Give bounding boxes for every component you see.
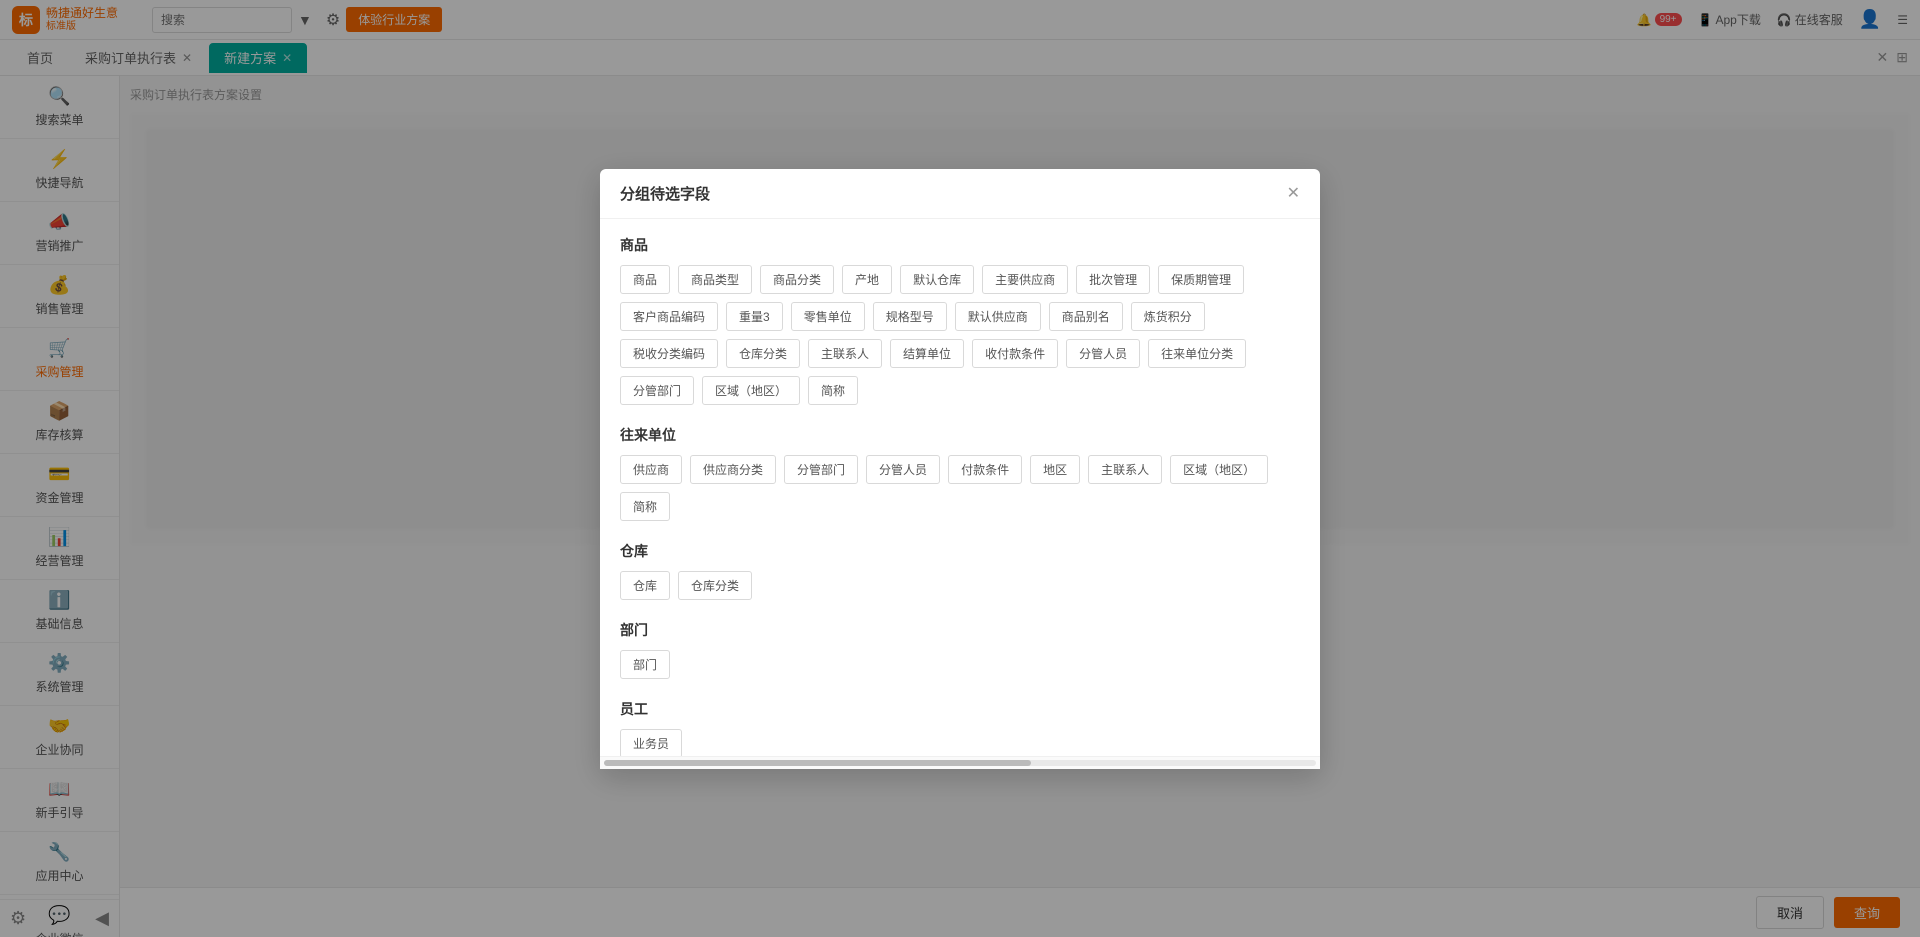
hscroll-track bbox=[604, 760, 1316, 766]
field-chip-0-10[interactable]: 零售单位 bbox=[791, 302, 865, 331]
field-chip-0-6[interactable]: 批次管理 bbox=[1076, 265, 1150, 294]
modal-body[interactable]: 商品商品商品类型商品分类产地默认仓库主要供应商批次管理保质期管理客户商品编码重量… bbox=[600, 219, 1320, 757]
field-chip-1-8[interactable]: 简称 bbox=[620, 492, 670, 521]
field-chip-0-21[interactable]: 往来单位分类 bbox=[1148, 339, 1246, 368]
field-chip-0-8[interactable]: 客户商品编码 bbox=[620, 302, 718, 331]
field-chip-1-7[interactable]: 区域（地区） bbox=[1170, 455, 1268, 484]
field-chip-2-1[interactable]: 仓库分类 bbox=[678, 571, 752, 600]
modal-overlay: 分组待选字段 ✕ 商品商品商品类型商品分类产地默认仓库主要供应商批次管理保质期管… bbox=[0, 0, 1920, 937]
field-section-4: 员工业务员 bbox=[620, 699, 1300, 757]
field-chip-0-11[interactable]: 规格型号 bbox=[873, 302, 947, 331]
field-chip-1-3[interactable]: 分管人员 bbox=[866, 455, 940, 484]
field-chips-1: 供应商供应商分类分管部门分管人员付款条件地区主联系人区域（地区） 简称 bbox=[620, 455, 1300, 521]
field-chips-0: 商品商品类型商品分类产地默认仓库主要供应商批次管理保质期管理客户商品编码重量3 零… bbox=[620, 265, 1300, 405]
field-chip-0-17[interactable]: 主联系人 bbox=[808, 339, 882, 368]
field-chip-1-6[interactable]: 主联系人 bbox=[1088, 455, 1162, 484]
field-chip-0-1[interactable]: 商品类型 bbox=[678, 265, 752, 294]
field-chips-2: 仓库仓库分类 bbox=[620, 571, 1300, 600]
modal-hscroll[interactable] bbox=[600, 756, 1320, 768]
field-chip-0-16[interactable]: 仓库分类 bbox=[726, 339, 800, 368]
field-section-title-2: 仓库 bbox=[620, 541, 1300, 561]
modal-close-icon[interactable]: ✕ bbox=[1287, 183, 1300, 203]
field-chip-0-5[interactable]: 主要供应商 bbox=[982, 265, 1068, 294]
field-chip-3-0[interactable]: 部门 bbox=[620, 650, 670, 679]
hscroll-thumb bbox=[604, 760, 1031, 766]
field-chip-1-2[interactable]: 分管部门 bbox=[784, 455, 858, 484]
modal: 分组待选字段 ✕ 商品商品商品类型商品分类产地默认仓库主要供应商批次管理保质期管… bbox=[600, 169, 1320, 769]
field-chip-0-4[interactable]: 默认仓库 bbox=[900, 265, 974, 294]
modal-title: 分组待选字段 bbox=[620, 183, 710, 204]
field-chip-0-2[interactable]: 商品分类 bbox=[760, 265, 834, 294]
field-chips-4: 业务员 bbox=[620, 729, 1300, 757]
field-chip-4-0[interactable]: 业务员 bbox=[620, 729, 682, 757]
field-section-title-1: 往来单位 bbox=[620, 425, 1300, 445]
field-chip-0-24[interactable]: 简称 bbox=[808, 376, 858, 405]
field-chip-0-18[interactable]: 结算单位 bbox=[890, 339, 964, 368]
field-chip-0-7[interactable]: 保质期管理 bbox=[1158, 265, 1244, 294]
field-chip-0-13[interactable]: 商品别名 bbox=[1049, 302, 1123, 331]
field-chip-0-3[interactable]: 产地 bbox=[842, 265, 892, 294]
field-chip-0-19[interactable]: 收付款条件 bbox=[972, 339, 1058, 368]
field-chip-1-5[interactable]: 地区 bbox=[1030, 455, 1080, 484]
field-section-0: 商品商品商品类型商品分类产地默认仓库主要供应商批次管理保质期管理客户商品编码重量… bbox=[620, 235, 1300, 405]
field-section-title-3: 部门 bbox=[620, 620, 1300, 640]
field-chip-0-14[interactable]: 炼货积分 bbox=[1131, 302, 1205, 331]
field-chip-0-9[interactable]: 重量3 bbox=[726, 302, 783, 331]
field-chip-0-15[interactable]: 税收分类编码 bbox=[620, 339, 718, 368]
field-chip-0-12[interactable]: 默认供应商 bbox=[955, 302, 1041, 331]
field-chips-3: 部门 bbox=[620, 650, 1300, 679]
field-chip-0-0[interactable]: 商品 bbox=[620, 265, 670, 294]
field-chip-1-1[interactable]: 供应商分类 bbox=[690, 455, 776, 484]
field-chip-0-22[interactable]: 分管部门 bbox=[620, 376, 694, 405]
field-section-1: 往来单位供应商供应商分类分管部门分管人员付款条件地区主联系人区域（地区） 简称 bbox=[620, 425, 1300, 521]
field-section-2: 仓库仓库仓库分类 bbox=[620, 541, 1300, 600]
field-section-title-4: 员工 bbox=[620, 699, 1300, 719]
field-chip-1-4[interactable]: 付款条件 bbox=[948, 455, 1022, 484]
field-chip-0-20[interactable]: 分管人员 bbox=[1066, 339, 1140, 368]
field-chip-1-0[interactable]: 供应商 bbox=[620, 455, 682, 484]
field-chip-2-0[interactable]: 仓库 bbox=[620, 571, 670, 600]
field-section-3: 部门部门 bbox=[620, 620, 1300, 679]
field-chip-0-23[interactable]: 区域（地区） bbox=[702, 376, 800, 405]
field-section-title-0: 商品 bbox=[620, 235, 1300, 255]
modal-header: 分组待选字段 ✕ bbox=[600, 169, 1320, 219]
